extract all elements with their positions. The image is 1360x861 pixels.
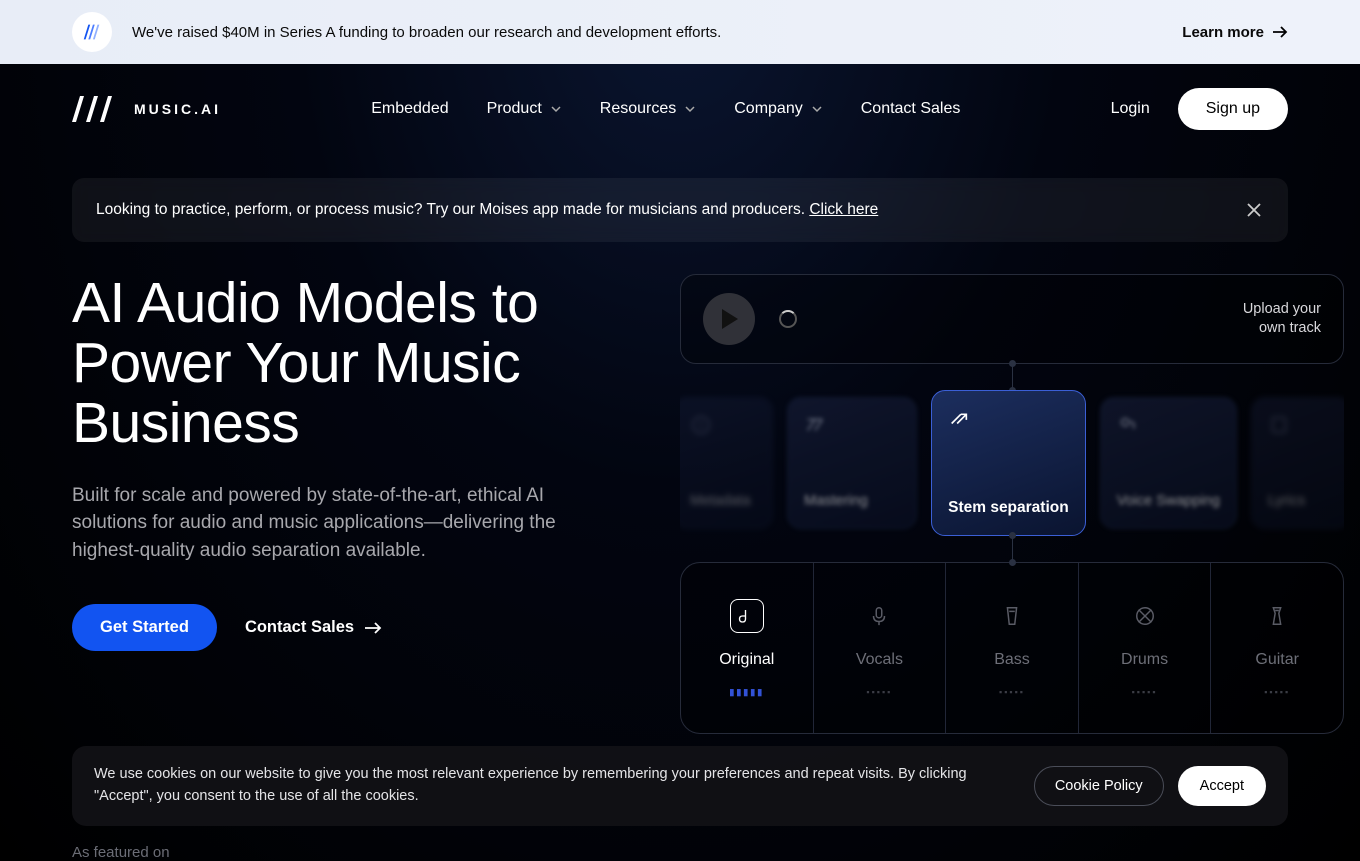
connector-line	[1012, 364, 1013, 390]
hero-subtitle: Built for scale and powered by state-of-…	[72, 482, 592, 565]
nav-item-contact-sales[interactable]: Contact Sales	[861, 100, 961, 118]
stem-label: Vocals	[856, 651, 903, 669]
click-here-link[interactable]: Click here	[809, 201, 878, 218]
nav-label: Company	[734, 100, 802, 118]
chevron-down-icon	[550, 103, 562, 115]
nav-item-embedded[interactable]: Embedded	[371, 100, 448, 118]
chevron-down-icon	[811, 103, 823, 115]
logo-icon	[72, 96, 124, 122]
moises-banner-text: Looking to practice, perform, or process…	[96, 201, 878, 219]
nav-label: Contact Sales	[861, 100, 961, 118]
contact-sales-label: Contact Sales	[245, 618, 354, 637]
nav-label: Product	[487, 100, 542, 118]
login-link[interactable]: Login	[1111, 100, 1150, 118]
main-nav: MUSIC.AI Embedded Product Resources Comp…	[0, 64, 1360, 154]
stem-label: Original	[719, 651, 774, 669]
metadata-icon	[690, 414, 712, 436]
stem-separation-icon	[948, 407, 970, 429]
chevron-down-icon	[684, 103, 696, 115]
stem-bass[interactable]: Bass ▪▪▪▪▪	[946, 563, 1079, 733]
nav-item-product[interactable]: Product	[487, 100, 562, 118]
nav-item-resources[interactable]: Resources	[600, 100, 696, 118]
learn-more-link[interactable]: Learn more	[1182, 24, 1288, 41]
stem-guitar[interactable]: Guitar ▪▪▪▪▪	[1211, 563, 1343, 733]
upload-line2: own track	[1243, 319, 1321, 338]
hero-title: AI Audio Models to Power Your Music Busi…	[72, 274, 632, 454]
bass-icon	[995, 599, 1029, 633]
feature-card-lyrics[interactable]: Lyrics	[1251, 397, 1344, 529]
upload-line1: Upload your	[1243, 300, 1321, 319]
announcement-text: We've raised $40M in Series A funding to…	[132, 24, 721, 41]
mastering-icon	[804, 414, 826, 436]
stems-grid: Original ▮▮▮▮▮ Vocals ▪▪▪▪▪ Bass ▪▪▪▪▪	[680, 562, 1344, 734]
cookie-accept-button[interactable]: Accept	[1178, 766, 1266, 806]
card-label: Voice Swapping	[1117, 493, 1220, 510]
get-started-button[interactable]: Get Started	[72, 604, 217, 651]
card-label: Mastering	[804, 493, 900, 510]
feature-card-row: Metadata Mastering Stem separation Voice…	[680, 390, 1344, 536]
waveform-icon: ▪▪▪▪▪	[999, 687, 1025, 697]
feature-card-mastering[interactable]: Mastering	[787, 397, 917, 529]
announce-logo-icon	[72, 12, 112, 52]
feature-card-metadata[interactable]: Metadata	[680, 397, 773, 529]
waveform-icon: ▪▪▪▪▪	[1264, 687, 1290, 697]
voice-swapping-icon	[1117, 414, 1139, 436]
hero-section: AI Audio Models to Power Your Music Busi…	[0, 242, 1360, 734]
loading-spinner-icon	[779, 310, 797, 328]
featured-label: As featured on	[0, 826, 1360, 861]
stem-label: Bass	[994, 651, 1030, 669]
contact-sales-button[interactable]: Contact Sales	[245, 618, 382, 637]
lyrics-icon	[1268, 414, 1290, 436]
stem-original[interactable]: Original ▮▮▮▮▮	[681, 563, 814, 733]
card-label: Stem separation	[948, 499, 1069, 517]
feature-card-stem-separation[interactable]: Stem separation	[931, 390, 1086, 536]
stem-vocals[interactable]: Vocals ▪▪▪▪▪	[814, 563, 947, 733]
cookie-banner: We use cookies on our website to give yo…	[72, 746, 1288, 826]
announcement-bar: We've raised $40M in Series A funding to…	[0, 0, 1360, 64]
stem-label: Guitar	[1255, 651, 1299, 669]
nav-label: Embedded	[371, 100, 448, 118]
brand-logo[interactable]: MUSIC.AI	[72, 96, 221, 122]
feature-card-voice-swapping[interactable]: Voice Swapping	[1100, 397, 1237, 529]
guitar-icon	[1260, 599, 1294, 633]
arrow-right-icon	[364, 622, 382, 634]
vocals-icon	[862, 599, 896, 633]
card-label: Metadata	[690, 493, 756, 510]
play-button[interactable]	[703, 293, 755, 345]
moises-banner: Looking to practice, perform, or process…	[72, 178, 1288, 242]
stem-label: Drums	[1121, 651, 1168, 669]
banner-message: Looking to practice, perform, or process…	[96, 201, 809, 218]
drums-icon	[1128, 599, 1162, 633]
player-bar: Upload your own track	[680, 274, 1344, 364]
cookie-text: We use cookies on our website to give yo…	[94, 764, 994, 808]
card-label: Lyrics	[1268, 493, 1334, 510]
stem-drums[interactable]: Drums ▪▪▪▪▪	[1079, 563, 1212, 733]
arrow-right-icon	[1272, 26, 1288, 38]
signup-button[interactable]: Sign up	[1178, 88, 1288, 130]
upload-track-link[interactable]: Upload your own track	[1243, 300, 1321, 338]
learn-more-label: Learn more	[1182, 24, 1264, 41]
cookie-policy-button[interactable]: Cookie Policy	[1034, 766, 1164, 806]
connector-line	[1012, 536, 1013, 562]
original-icon	[730, 599, 764, 633]
close-icon[interactable]	[1244, 200, 1264, 220]
brand-name: MUSIC.AI	[134, 101, 221, 117]
waveform-icon: ▪▪▪▪▪	[1132, 687, 1158, 697]
play-icon	[720, 309, 738, 329]
nav-item-company[interactable]: Company	[734, 100, 822, 118]
waveform-icon: ▪▪▪▪▪	[866, 687, 892, 697]
waveform-icon: ▮▮▮▮▮	[729, 687, 764, 698]
nav-label: Resources	[600, 100, 676, 118]
